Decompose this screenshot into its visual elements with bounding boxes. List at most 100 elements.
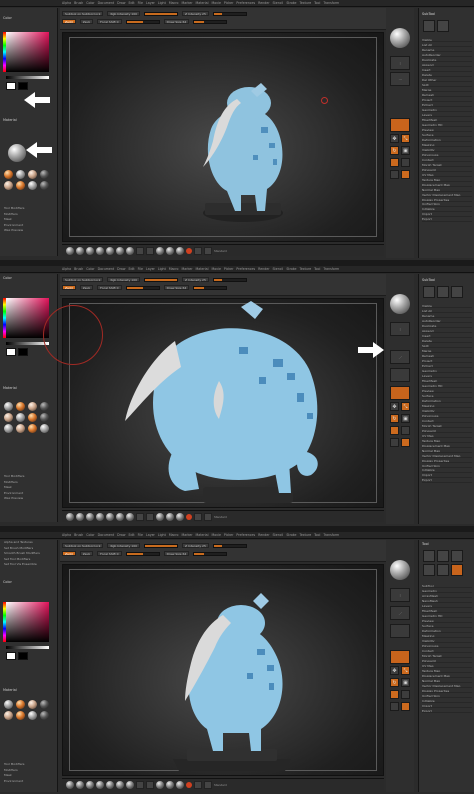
menu-entry[interactable]: Export — [422, 478, 472, 483]
menu-entry[interactable]: AutoReorder — [422, 53, 472, 58]
brush-icon[interactable] — [166, 246, 174, 255]
texture-icon[interactable] — [204, 246, 212, 255]
brush-icon[interactable] — [66, 512, 74, 521]
menu-entry[interactable]: Append — [422, 63, 472, 68]
brush-icon[interactable] — [176, 512, 184, 521]
record-icon[interactable] — [186, 781, 192, 788]
menu-entry[interactable]: List All — [422, 309, 472, 314]
menu-item[interactable]: Draw — [117, 267, 125, 271]
frame-icon[interactable]: ▣ — [401, 414, 410, 423]
menu-item[interactable]: Brush — [74, 533, 83, 537]
rgb-slider[interactable] — [144, 543, 179, 548]
menu-item[interactable]: Movie — [211, 267, 220, 271]
menu-entry[interactable]: Rename — [422, 314, 472, 319]
brush-icon[interactable] — [76, 246, 84, 255]
menu-item[interactable]: Brush — [74, 1, 83, 5]
record-icon[interactable] — [186, 513, 192, 520]
menu-entry[interactable]: Rename — [422, 48, 472, 53]
menu-item[interactable]: File — [138, 267, 143, 271]
menu-entry[interactable]: Initialize — [422, 468, 472, 473]
dock-button[interactable]: ⋮ — [390, 322, 410, 336]
dock-button[interactable] — [390, 368, 410, 382]
menu-item[interactable]: Texture — [299, 533, 311, 537]
menu-entry[interactable]: Polygroups — [422, 414, 472, 418]
z-slider[interactable] — [212, 277, 247, 282]
scale-icon[interactable]: ⤡ — [401, 134, 410, 143]
menu-item[interactable]: Stroke — [286, 533, 296, 537]
menu-entry[interactable]: Visibility — [422, 409, 472, 413]
menu-entry[interactable]: Unified Skin — [422, 464, 472, 468]
menu-entry[interactable]: Masking — [422, 404, 472, 408]
material-ball[interactable] — [28, 402, 37, 411]
dock-button[interactable]: ⋮ — [390, 588, 410, 602]
menu-item[interactable]: Draw — [117, 1, 125, 5]
menu-entry[interactable]: Deformation — [422, 138, 472, 142]
menu-item[interactable]: Draw — [117, 533, 125, 537]
menu-entry[interactable]: NanoMesh — [422, 599, 472, 604]
floor-icon[interactable] — [401, 426, 410, 435]
menu-entry[interactable]: Unified Skin — [422, 202, 472, 207]
brush-icon[interactable] — [156, 246, 164, 255]
focal-shift[interactable]: Focal Shift 0 — [97, 551, 122, 556]
menu-entry[interactable]: UV Map — [422, 434, 472, 438]
menu-item[interactable]: Material — [196, 267, 209, 271]
menu-item[interactable]: Material — [196, 1, 209, 5]
brush-icon[interactable] — [156, 780, 164, 789]
brush-icon[interactable] — [76, 512, 84, 521]
material-ball[interactable] — [16, 402, 25, 411]
menu-item[interactable]: Light — [158, 1, 166, 5]
brush-icon[interactable] — [66, 246, 74, 255]
menu-entry[interactable]: Export — [422, 709, 472, 713]
texture-icon[interactable] — [204, 512, 212, 521]
draw-size-slider[interactable] — [193, 551, 228, 556]
material-ball[interactable] — [16, 424, 25, 433]
main-color-swatch[interactable] — [6, 348, 16, 356]
menu-item[interactable]: Light — [158, 533, 166, 537]
polyf-icon[interactable] — [390, 438, 399, 447]
stroke-icon[interactable] — [136, 246, 144, 255]
secondary-color-swatch[interactable] — [18, 82, 28, 90]
brush-icon[interactable] — [126, 512, 134, 521]
menu-entry[interactable]: Initialize — [422, 699, 472, 703]
menu-entry[interactable]: Delete — [422, 339, 472, 344]
menu-item[interactable]: File — [138, 533, 143, 537]
draw-size-slider[interactable] — [193, 285, 228, 290]
brush-icon[interactable] — [106, 512, 114, 521]
menu-item[interactable]: Edit — [128, 533, 134, 537]
rgb-intensity[interactable]: Rgb Intensity 100 — [107, 543, 141, 548]
brush-icon[interactable] — [106, 780, 114, 789]
transp-icon[interactable] — [401, 170, 410, 179]
color-picker[interactable] — [6, 32, 49, 72]
menu-item[interactable]: Picker — [224, 267, 234, 271]
brush-preview-icon[interactable] — [390, 294, 410, 314]
material-ball[interactable] — [40, 402, 49, 411]
menu-item[interactable]: Tool — [314, 267, 320, 271]
brush-icon[interactable] — [86, 512, 94, 521]
menu-entry[interactable]: Layers — [422, 113, 472, 117]
menu-entry[interactable]: Merge — [422, 88, 472, 93]
material-ball[interactable] — [28, 424, 37, 433]
persp-icon[interactable] — [390, 426, 399, 435]
menu-item[interactable]: Layer — [146, 267, 155, 271]
menu-entry[interactable]: Project — [422, 98, 472, 102]
left-tray-item[interactable]: Tool Modifiers — [4, 206, 24, 210]
brush-icon[interactable] — [116, 512, 124, 521]
menu-item[interactable]: Alpha — [62, 267, 71, 271]
menu-item[interactable]: Color — [86, 1, 94, 5]
menu-item[interactable]: Alpha — [62, 533, 71, 537]
material-ball[interactable] — [28, 170, 37, 179]
menu-entry[interactable]: Geometry — [422, 369, 472, 373]
material-ball[interactable] — [16, 170, 25, 179]
menu-item[interactable]: Brush — [74, 267, 83, 271]
material-ball[interactable] — [40, 413, 49, 422]
menu-entry[interactable]: Insert — [422, 68, 472, 73]
menu-item[interactable]: Stencil — [273, 1, 284, 5]
polyf-icon[interactable] — [390, 702, 399, 711]
left-tray-item[interactable]: Tool Modifiers — [4, 762, 24, 766]
menu-entry[interactable]: Layers — [422, 374, 472, 378]
menu-entry[interactable]: FiberMesh — [422, 379, 472, 383]
brush-icon[interactable] — [86, 246, 94, 255]
menu-entry[interactable]: Insert — [422, 334, 472, 339]
left-tray-header-item[interactable]: Set Brush Modifiers — [4, 546, 40, 550]
menu-item[interactable]: Marker — [182, 533, 193, 537]
